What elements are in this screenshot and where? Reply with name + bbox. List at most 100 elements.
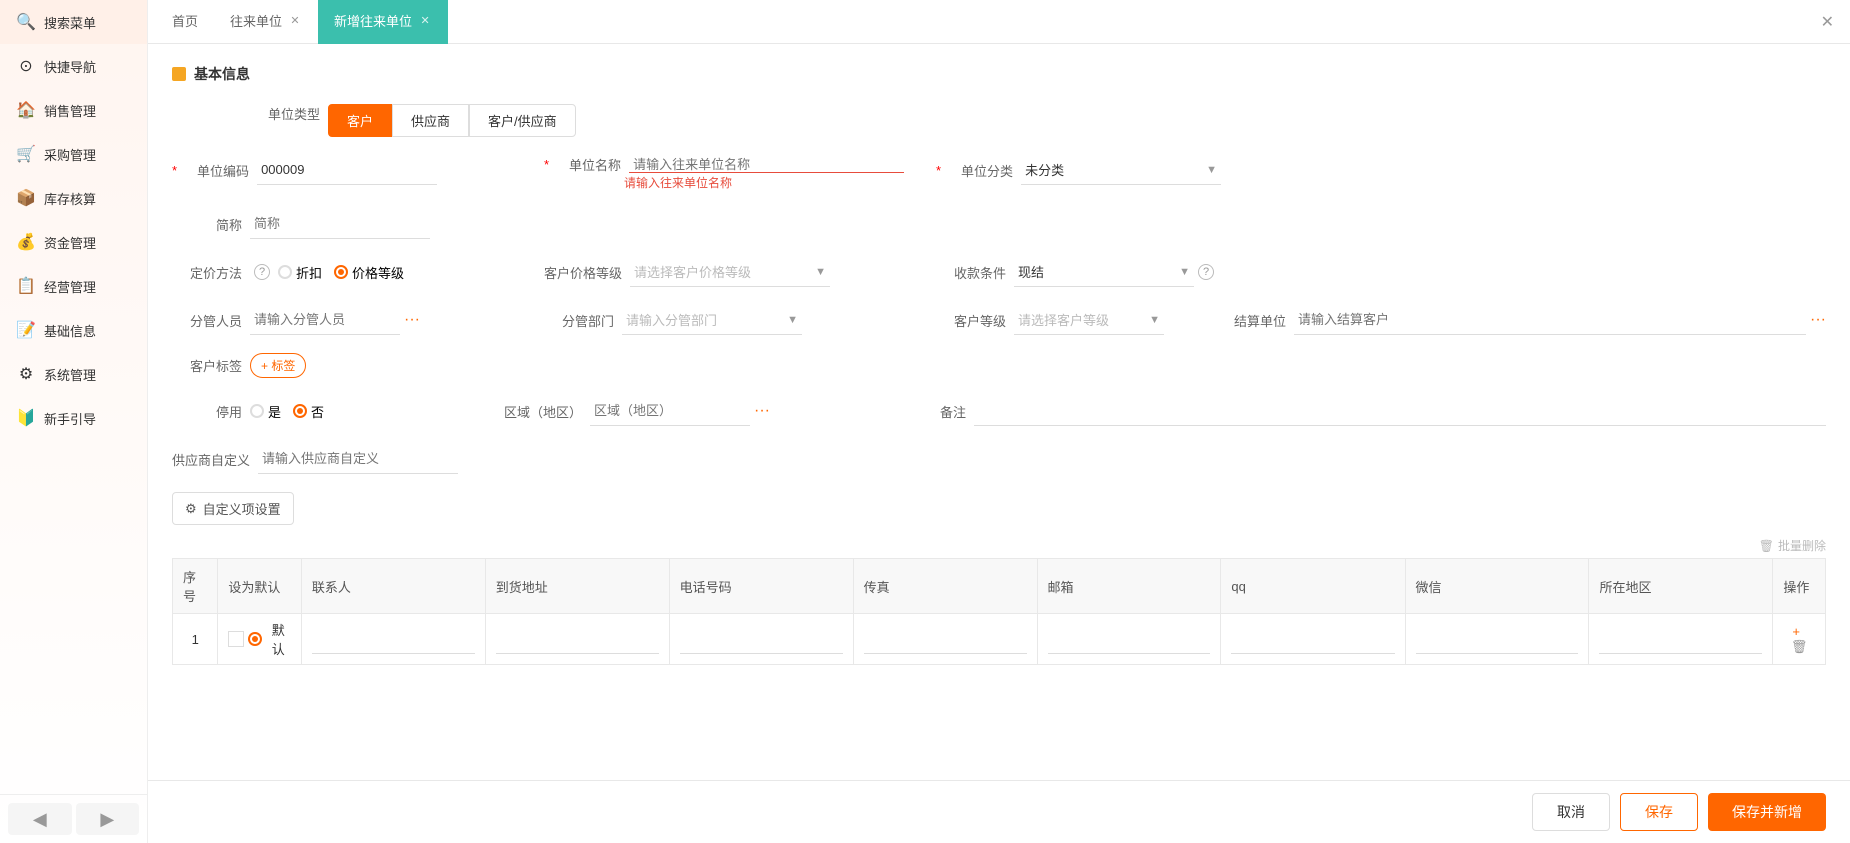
sidebar-item-operations[interactable]: 📋 经营管理 [0,264,147,308]
save-button[interactable]: 保存 [1620,793,1698,831]
sidebar-item-finance[interactable]: 💰 资金管理 [0,220,147,264]
sidebar-item-sales[interactable]: 🏠 销售管理 [0,88,147,132]
row-default-radio[interactable]: 默认 [248,620,291,658]
wechat-input[interactable] [1416,624,1579,654]
supplier-custom-input[interactable] [258,444,458,474]
col-contact: 联系人 [301,559,485,614]
disable-yes-radio [250,404,264,418]
unit-category-select[interactable]: 未分类 ▼ [1021,155,1221,185]
pricing-grade-label: 价格等级 [352,263,404,282]
qq-input[interactable] [1231,624,1394,654]
row-checkbox[interactable] [228,631,244,647]
row-contact [301,614,485,665]
unit-type-row: 单位类型 客户 供应商 客户/供应商 [250,104,1826,137]
settlement-input[interactable] [1294,305,1806,335]
sidebar-collapse-btn[interactable]: ◀ [8,803,72,835]
region-field: 区域（地区） ··· [504,396,864,426]
row-actions: + 🗑 [1773,614,1826,665]
guide-icon: 🔰 [16,408,36,428]
cancel-button[interactable]: 取消 [1532,793,1610,831]
unit-name-error-text: 请输入往来单位名称 [624,176,732,190]
region-more-btn[interactable]: ··· [754,402,770,420]
unit-name-label: 单位名称 [551,155,621,174]
fax-input[interactable] [864,624,1027,654]
pricing-help-icon[interactable]: ? [254,264,270,280]
contact-input[interactable] [312,624,475,654]
short-name-row: 简称 [172,209,1826,239]
settlement-more-btn[interactable]: ··· [1810,311,1826,329]
row-add-btn[interactable]: + [1792,624,1800,639]
unit-category-required: * [936,163,941,178]
tags-field: 客户标签 + 标签 [172,353,1826,378]
customer-level-label: 客户等级 [936,311,1006,330]
disable-no-radio [293,404,307,418]
phone-input[interactable] [680,624,843,654]
tab-transactions-close[interactable]: ✕ [288,14,302,28]
sidebar-item-system[interactable]: ⚙ 系统管理 [0,352,147,396]
payment-terms-select[interactable]: 现结 ▼ [1014,257,1194,287]
disable-yes-option[interactable]: 是 [250,402,281,421]
pricing-discount-option[interactable]: 折扣 [278,263,322,282]
tags-row: 客户标签 + 标签 [172,353,1826,378]
tab-transactions[interactable]: 往来单位 ✕ [214,0,318,44]
custom-settings-btn[interactable]: ⚙ 自定义项设置 [172,492,294,525]
customer-price-select[interactable]: 请选择客户价格等级 ▼ [630,257,830,287]
email-input[interactable] [1048,624,1211,654]
gear-icon: ⚙ [185,501,197,517]
unit-name-input[interactable] [629,157,904,173]
payment-help-icon[interactable]: ? [1198,264,1214,280]
row-default: 默认 [218,614,301,665]
disable-yes-label: 是 [268,402,281,421]
disable-no-label: 否 [311,402,324,421]
basicinfo-icon: 📝 [16,320,36,340]
unit-code-label: 单位编码 [179,161,249,180]
manager-more-btn[interactable]: ··· [404,311,420,329]
sidebar-item-basicinfo[interactable]: 📝 基础信息 [0,308,147,352]
col-phone: 电话号码 [669,559,853,614]
sidebar-bottom: ◀ ▶ [0,794,147,843]
short-name-input[interactable] [250,209,430,239]
disable-row: 停用 是 否 区域（地区） ··· [172,396,1826,426]
sidebar-item-guide[interactable]: 🔰 新手引导 [0,396,147,440]
batch-delete-label: 批量删除 [1778,537,1826,554]
unit-type-customer-btn[interactable]: 客户 [328,104,392,137]
unit-code-field: * 单位编码 [172,155,512,185]
region-input[interactable] [590,396,750,426]
row-region-input[interactable] [1599,624,1762,654]
row-delete-btn[interactable]: 🗑 [1791,639,1808,654]
dept-select[interactable]: 请输入分管部门 ▼ [622,305,802,335]
tab-close-all-btn[interactable]: ✕ [1813,8,1842,36]
sales-icon: 🏠 [16,100,36,120]
manager-input[interactable] [250,305,400,335]
col-wechat: 微信 [1405,559,1589,614]
unit-type-both-btn[interactable]: 客户/供应商 [469,104,576,137]
sidebar-item-search[interactable]: 🔍 搜索菜单 [0,0,147,44]
sidebar-item-inventory-label: 库存核算 [44,189,131,208]
unit-code-input[interactable] [257,155,437,185]
default-label: 默认 [266,620,291,658]
tab-new-transaction-close[interactable]: ✕ [418,14,432,28]
remark-input[interactable] [974,396,1826,426]
sidebar-item-quicknav[interactable]: ⊙ 快捷导航 [0,44,147,88]
sidebar-item-purchase[interactable]: 🛒 采购管理 [0,132,147,176]
sidebar-item-inventory[interactable]: 📦 库存核算 [0,176,147,220]
address-input[interactable] [496,624,659,654]
add-tag-btn[interactable]: + 标签 [250,353,306,378]
unit-type-supplier-btn[interactable]: 供应商 [392,104,469,137]
pricing-grade-option[interactable]: 价格等级 [334,263,404,282]
tab-new-transaction[interactable]: 新增往来单位 ✕ [318,0,448,44]
customer-level-select[interactable]: 请选择客户等级 ▼ [1014,305,1164,335]
pricing-discount-radio [278,265,292,279]
pricing-row: 定价方法 ? 折扣 价格等级 客户价格等级 请选择 [172,257,1826,287]
save-new-button[interactable]: 保存并新增 [1708,793,1826,831]
sidebar-expand-btn[interactable]: ▶ [76,803,140,835]
payment-terms-value: 现结 [1018,262,1175,281]
pricing-method-field: 定价方法 ? 折扣 价格等级 [172,263,512,282]
disable-no-option[interactable]: 否 [293,402,324,421]
sidebar-item-sales-label: 销售管理 [44,101,131,120]
row-qq [1221,614,1405,665]
disable-label: 停用 [172,402,242,421]
supplier-custom-row: 供应商自定义 [172,444,1826,474]
tab-home[interactable]: 首页 [156,0,214,44]
region-label: 区域（地区） [504,402,582,421]
